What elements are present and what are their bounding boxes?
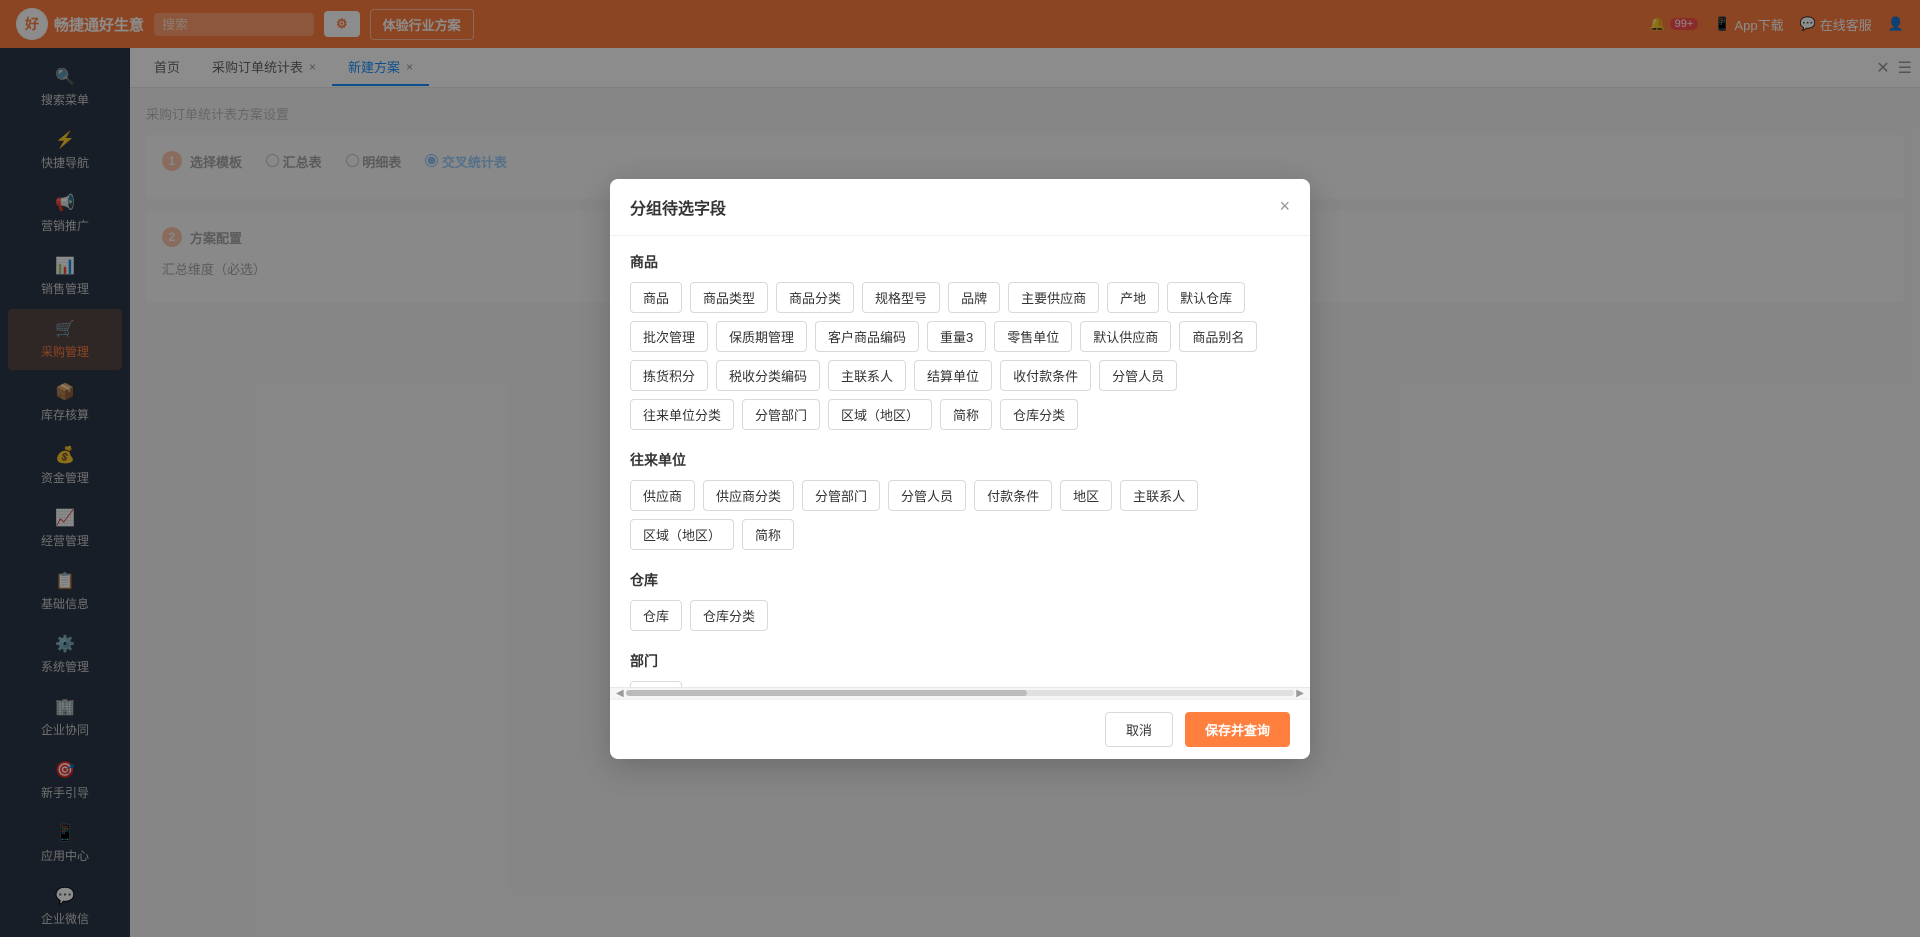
field-tag-brand[interactable]: 品牌	[948, 282, 1000, 313]
field-tag-settlement-unit[interactable]: 结算单位	[914, 360, 992, 391]
field-tag-unit-category[interactable]: 往来单位分类	[630, 399, 734, 430]
field-tag-spec-type[interactable]: 规格型号	[862, 282, 940, 313]
field-tag-main-contact[interactable]: 主联系人	[828, 360, 906, 391]
products-tags: 商品 商品类型 商品分类 规格型号 品牌 主要供应商 产地 默认仓库 批次管理 …	[630, 282, 1286, 430]
field-tag-goods-alias[interactable]: 商品别名	[1179, 321, 1257, 352]
field-tag-area[interactable]: 地区	[1060, 480, 1112, 511]
field-tag-supplier-category[interactable]: 供应商分类	[703, 480, 794, 511]
section-department: 部门 部门	[630, 651, 1286, 687]
field-tag-main-contact2[interactable]: 主联系人	[1120, 480, 1198, 511]
field-tag-pay-terms[interactable]: 付款条件	[974, 480, 1052, 511]
field-tag-mgmt-staff[interactable]: 分管人员	[888, 480, 966, 511]
scroll-right-arrow[interactable]: ▶	[1294, 688, 1306, 699]
field-tag-goods[interactable]: 商品	[630, 282, 682, 313]
field-tag-mgmt-dept2[interactable]: 分管部门	[802, 480, 880, 511]
field-tag-pick-points[interactable]: 拣货积分	[630, 360, 708, 391]
field-tag-supplier[interactable]: 供应商	[630, 480, 695, 511]
modal-title: 分组待选字段	[630, 195, 726, 219]
section-products-title: 商品	[630, 252, 1286, 272]
modal-footer: 取消 保存并查询	[610, 699, 1310, 759]
field-tag-origin[interactable]: 产地	[1107, 282, 1159, 313]
field-tag-payment-terms[interactable]: 收付款条件	[1000, 360, 1091, 391]
field-tag-warehouse-category[interactable]: 仓库分类	[1000, 399, 1078, 430]
modal-close-btn[interactable]: ×	[1279, 196, 1290, 217]
field-tag-warehouse[interactable]: 仓库	[630, 600, 682, 631]
field-tag-mgmt-dept[interactable]: 分管部门	[742, 399, 820, 430]
field-tag-goods-type[interactable]: 商品类型	[690, 282, 768, 313]
modal-overlay: 分组待选字段 × 商品 商品 商品类型 商品分类 规格型号 品牌 主要供应商 产…	[0, 0, 1920, 937]
section-warehouse: 仓库 仓库 仓库分类	[630, 570, 1286, 631]
field-tag-region2[interactable]: 区域（地区）	[630, 519, 734, 550]
field-tag-warehouse-cat[interactable]: 仓库分类	[690, 600, 768, 631]
field-tag-main-supplier[interactable]: 主要供应商	[1008, 282, 1099, 313]
modal-confirm-btn[interactable]: 保存并查询	[1185, 712, 1290, 747]
field-tag-tax-code[interactable]: 税收分类编码	[716, 360, 820, 391]
h-scrollbar-thumb[interactable]	[626, 690, 1027, 696]
field-tag-region[interactable]: 区域（地区）	[828, 399, 932, 430]
section-department-title: 部门	[630, 651, 1286, 671]
section-warehouse-title: 仓库	[630, 570, 1286, 590]
field-tag-manager[interactable]: 分管人员	[1099, 360, 1177, 391]
section-counterparts: 往来单位 供应商 供应商分类 分管部门 分管人员 付款条件 地区 主联系人 区域…	[630, 450, 1286, 550]
field-tag-short-name[interactable]: 简称	[940, 399, 992, 430]
field-tag-default-warehouse[interactable]: 默认仓库	[1167, 282, 1245, 313]
warehouse-tags: 仓库 仓库分类	[630, 600, 1286, 631]
modal-body-scroll[interactable]: 商品 商品 商品类型 商品分类 规格型号 品牌 主要供应商 产地 默认仓库 批次…	[610, 236, 1310, 687]
field-tag-customer-code[interactable]: 客户商品编码	[815, 321, 919, 352]
field-tag-batch-mgmt[interactable]: 批次管理	[630, 321, 708, 352]
h-scrollbar-track[interactable]	[626, 690, 1295, 696]
section-products: 商品 商品 商品类型 商品分类 规格型号 品牌 主要供应商 产地 默认仓库 批次…	[630, 252, 1286, 430]
scroll-left-arrow[interactable]: ◀	[614, 688, 626, 699]
field-tag-expiry-mgmt[interactable]: 保质期管理	[716, 321, 807, 352]
field-tag-retail-unit[interactable]: 零售单位	[994, 321, 1072, 352]
field-tag-goods-category[interactable]: 商品分类	[776, 282, 854, 313]
modal-header: 分组待选字段 ×	[610, 179, 1310, 236]
field-tag-short-name2[interactable]: 简称	[742, 519, 794, 550]
counterparts-tags: 供应商 供应商分类 分管部门 分管人员 付款条件 地区 主联系人 区域（地区） …	[630, 480, 1286, 550]
modal-horizontal-scrollbar[interactable]: ◀ ▶	[610, 687, 1310, 699]
modal-cancel-btn[interactable]: 取消	[1105, 712, 1173, 747]
modal-body: 商品 商品 商品类型 商品分类 规格型号 品牌 主要供应商 产地 默认仓库 批次…	[610, 236, 1306, 687]
field-select-modal: 分组待选字段 × 商品 商品 商品类型 商品分类 规格型号 品牌 主要供应商 产…	[610, 179, 1310, 759]
section-counterparts-title: 往来单位	[630, 450, 1286, 470]
field-tag-default-supplier[interactable]: 默认供应商	[1080, 321, 1171, 352]
field-tag-weight3[interactable]: 重量3	[927, 321, 986, 352]
